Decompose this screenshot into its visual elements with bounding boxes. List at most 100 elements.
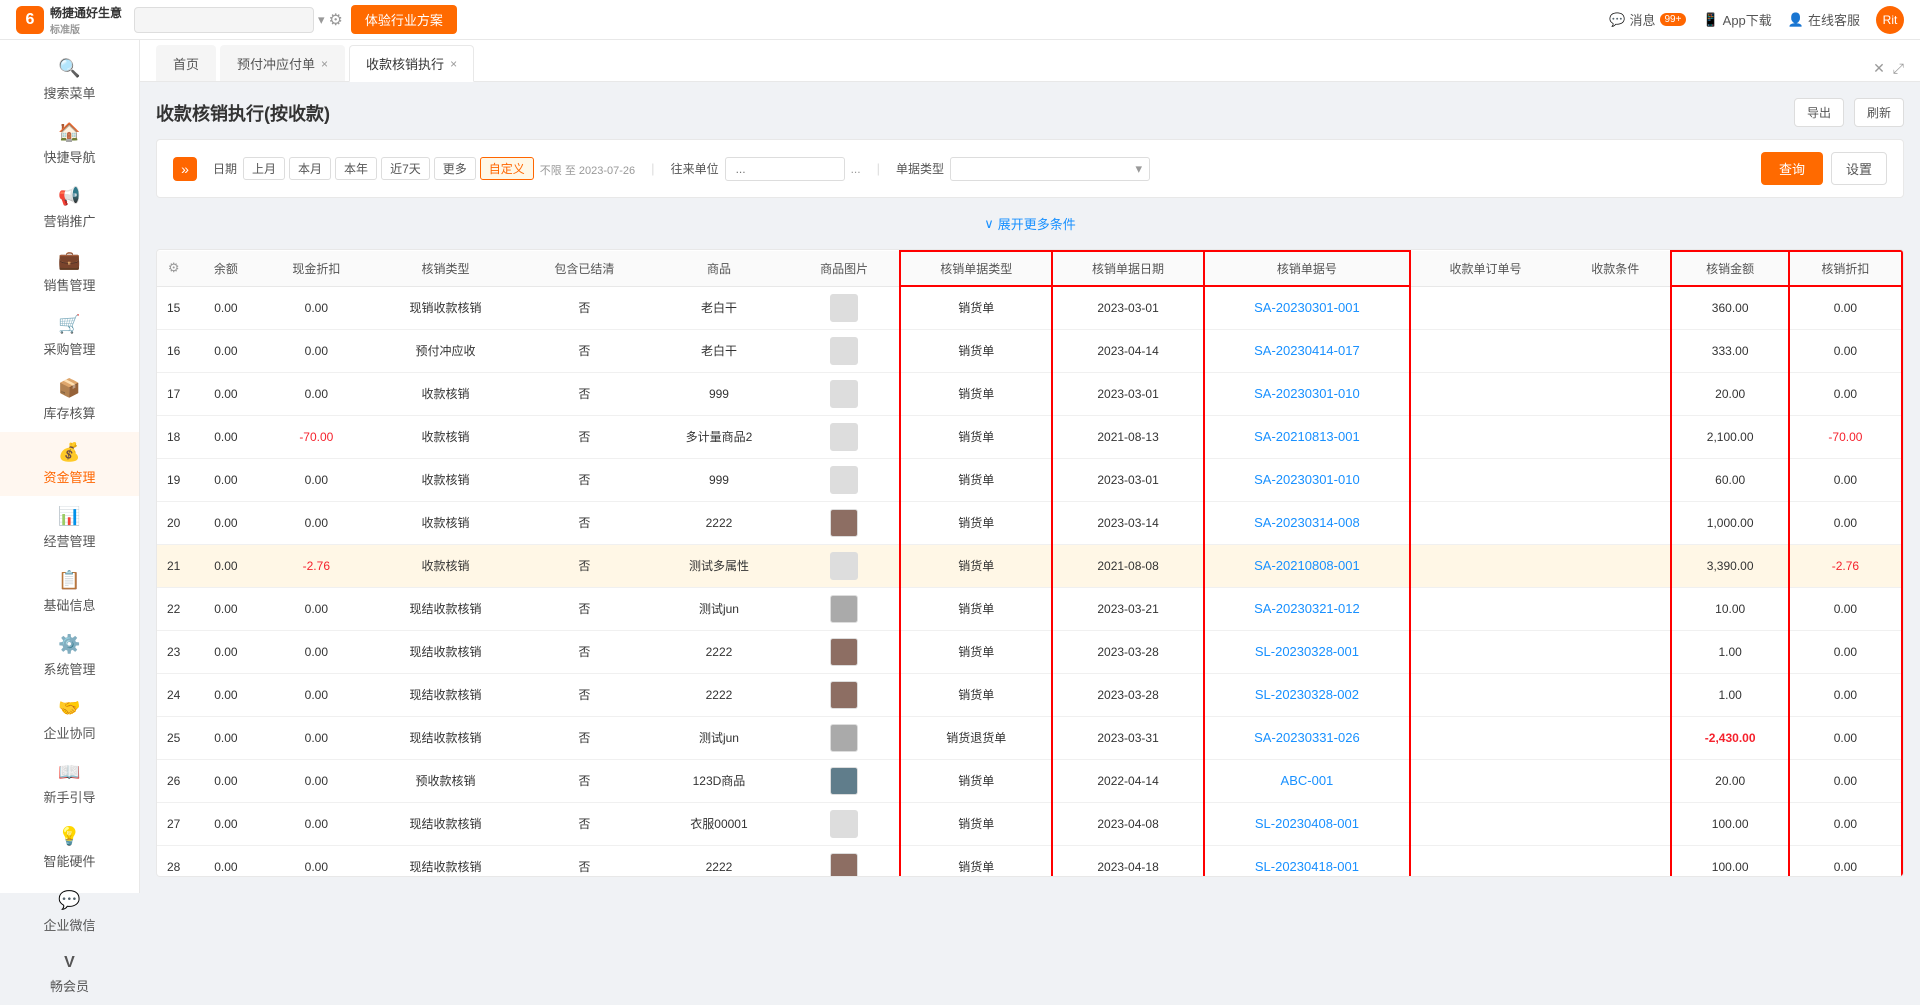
bill-no-link[interactable]: SA-20230314-008 bbox=[1254, 515, 1360, 530]
date-this-year[interactable]: 本年 bbox=[335, 157, 377, 180]
td-product: 123D商品 bbox=[649, 759, 789, 802]
sidebar-item-purchase[interactable]: 🛒 采购管理 bbox=[0, 304, 139, 368]
sidebar-label-wechat: 企业微信 bbox=[43, 915, 95, 934]
bill-no-link[interactable]: SL-20230418-001 bbox=[1255, 859, 1359, 874]
td-bill-no[interactable]: SA-20230314-008 bbox=[1204, 501, 1410, 544]
sidebar-item-finance[interactable]: 💰 资金管理 bbox=[0, 432, 139, 496]
tab-prepay-close[interactable]: × bbox=[321, 57, 328, 71]
td-product-img bbox=[789, 329, 900, 372]
bill-no-link[interactable]: SA-20230301-010 bbox=[1254, 386, 1360, 401]
tab-verify-close[interactable]: × bbox=[450, 57, 457, 71]
date-last-month[interactable]: 上月 bbox=[243, 157, 285, 180]
filter-expand-btn[interactable]: » bbox=[173, 157, 197, 181]
td-bill-no[interactable]: SA-20230331-026 bbox=[1204, 716, 1410, 759]
tab-expand[interactable]: ⤢ bbox=[1893, 60, 1904, 77]
bill-no-link[interactable]: SL-20230408-001 bbox=[1255, 816, 1359, 831]
table-settings-icon[interactable]: ⚙ bbox=[168, 260, 180, 275]
td-cash-discount: 0.00 bbox=[261, 458, 371, 501]
td-bill-no[interactable]: SL-20230408-001 bbox=[1204, 802, 1410, 845]
settings-icon[interactable]: ⚙ bbox=[329, 10, 343, 30]
td-product: 测试多属性 bbox=[649, 544, 789, 587]
td-bill-no[interactable]: SA-20210813-001 bbox=[1204, 415, 1410, 458]
th-bill-no: 核销单据号 bbox=[1204, 251, 1410, 286]
sidebar-item-hardware[interactable]: 💡 智能硬件 bbox=[0, 816, 139, 880]
sidebar-item-collab[interactable]: 🤝 企业协同 bbox=[0, 688, 139, 752]
td-receipt-condition bbox=[1560, 372, 1671, 415]
sidebar-item-home[interactable]: 🏠 快捷导航 bbox=[0, 112, 139, 176]
td-bill-no[interactable]: SA-20230301-010 bbox=[1204, 458, 1410, 501]
tab-verify[interactable]: 收款核销执行 × bbox=[349, 45, 474, 82]
bill-no-link[interactable]: ABC-001 bbox=[1281, 773, 1334, 788]
td-bill-no[interactable]: SA-20230414-017 bbox=[1204, 329, 1410, 372]
sidebar-item-sales[interactable]: 💼 销售管理 bbox=[0, 240, 139, 304]
td-id: 16 bbox=[157, 329, 190, 372]
td-bill-no[interactable]: SL-20230328-001 bbox=[1204, 630, 1410, 673]
message-area[interactable]: 💬 消息 99+ bbox=[1609, 10, 1686, 29]
td-bill-no[interactable]: SA-20210808-001 bbox=[1204, 544, 1410, 587]
td-bill-no[interactable]: SA-20230301-001 bbox=[1204, 286, 1410, 329]
date-more[interactable]: 更多 bbox=[434, 157, 476, 180]
sidebar-item-marketing[interactable]: 📢 营销推广 bbox=[0, 176, 139, 240]
sidebar-item-guide[interactable]: 📖 新手引导 bbox=[0, 752, 139, 816]
tab-prepay[interactable]: 预付冲应付单 × bbox=[220, 45, 345, 81]
industry-solution-btn[interactable]: 体验行业方案 bbox=[351, 5, 457, 34]
bill-no-link[interactable]: SL-20230328-001 bbox=[1255, 644, 1359, 659]
table-row: 28 0.00 0.00 现结收款核销 否 2222 销货单 2023-04-1… bbox=[157, 845, 1902, 877]
tab-home[interactable]: 首页 bbox=[156, 45, 216, 81]
td-balance: 0.00 bbox=[190, 716, 261, 759]
bill-no-link[interactable]: SA-20230331-026 bbox=[1254, 730, 1360, 745]
td-verify-type: 收款核销 bbox=[371, 415, 520, 458]
refresh-btn[interactable]: 刷新 bbox=[1854, 98, 1904, 127]
td-verify-amount: 10.00 bbox=[1671, 587, 1788, 630]
bill-no-link[interactable]: SA-20230321-012 bbox=[1254, 601, 1360, 616]
export-btn[interactable]: 导出 bbox=[1794, 98, 1844, 127]
th-product-img: 商品图片 bbox=[789, 251, 900, 286]
bill-no-link[interactable]: SA-20230301-001 bbox=[1254, 300, 1360, 315]
expand-more-row[interactable]: ∨ 展开更多条件 bbox=[156, 210, 1904, 237]
td-bill-no[interactable]: SL-20230328-002 bbox=[1204, 673, 1410, 716]
td-bill-no[interactable]: SA-20230321-012 bbox=[1204, 587, 1410, 630]
table-row: 21 0.00 -2.76 收款核销 否 测试多属性 销货单 2021-08-0… bbox=[157, 544, 1902, 587]
td-receipt-condition bbox=[1560, 630, 1671, 673]
table-row: 25 0.00 0.00 现结收款核销 否 测试jun 销货退货单 2023-0… bbox=[157, 716, 1902, 759]
date-this-month[interactable]: 本月 bbox=[289, 157, 331, 180]
search-bar[interactable] bbox=[134, 7, 314, 33]
table-row: 19 0.00 0.00 收款核销 否 999 销货单 2023-03-01 S… bbox=[157, 458, 1902, 501]
sidebar-item-basic[interactable]: 📋 基础信息 bbox=[0, 560, 139, 624]
sidebar-item-search[interactable]: 🔍 搜索菜单 bbox=[0, 48, 139, 112]
sidebar-item-inventory[interactable]: 📦 库存核算 bbox=[0, 368, 139, 432]
td-verify-type: 现结收款核销 bbox=[371, 630, 520, 673]
order-type-select[interactable] bbox=[950, 157, 1150, 181]
tab-close-all[interactable]: ✕ bbox=[1873, 60, 1885, 77]
td-verify-discount: -2.76 bbox=[1789, 544, 1902, 587]
app-download[interactable]: 📱 App下载 bbox=[1702, 10, 1771, 29]
bill-no-link[interactable]: SA-20210813-001 bbox=[1254, 429, 1360, 444]
td-bill-no[interactable]: ABC-001 bbox=[1204, 759, 1410, 802]
sidebar-item-system[interactable]: ⚙️ 系统管理 bbox=[0, 624, 139, 688]
bill-no-link[interactable]: SA-20210808-001 bbox=[1254, 558, 1360, 573]
bill-no-link[interactable]: SA-20230301-010 bbox=[1254, 472, 1360, 487]
online-service[interactable]: 👤 在线客服 bbox=[1788, 10, 1860, 29]
setting-btn[interactable]: 设置 bbox=[1831, 152, 1887, 185]
user-avatar[interactable]: Rit bbox=[1876, 6, 1904, 34]
th-bill-type: 核销单据类型 bbox=[900, 251, 1052, 286]
bill-no-link[interactable]: SL-20230328-002 bbox=[1255, 687, 1359, 702]
td-bill-date: 2023-04-08 bbox=[1052, 802, 1204, 845]
td-bill-type: 销货单 bbox=[900, 458, 1052, 501]
query-btn[interactable]: 查询 bbox=[1761, 152, 1823, 185]
date-custom[interactable]: 自定义 bbox=[480, 157, 534, 180]
sidebar-item-operations[interactable]: 📊 经营管理 bbox=[0, 496, 139, 560]
dropdown-icon[interactable]: ▾ bbox=[318, 12, 325, 28]
td-verify-type: 收款核销 bbox=[371, 501, 520, 544]
td-product: 2222 bbox=[649, 845, 789, 877]
td-bill-no[interactable]: SA-20230301-010 bbox=[1204, 372, 1410, 415]
bill-no-link[interactable]: SA-20230414-017 bbox=[1254, 343, 1360, 358]
sidebar-item-member[interactable]: V 畅会员 bbox=[0, 944, 139, 1005]
unit-input[interactable] bbox=[725, 157, 845, 181]
td-bill-no[interactable]: SL-20230418-001 bbox=[1204, 845, 1410, 877]
sidebar-item-wechat[interactable]: 💬 企业微信 bbox=[0, 880, 139, 944]
table-body: 15 0.00 0.00 现销收款核销 否 老白干 销货单 2023-03-01… bbox=[157, 286, 1902, 877]
date-last-7days[interactable]: 近7天 bbox=[381, 157, 430, 180]
td-id: 21 bbox=[157, 544, 190, 587]
divider1: | bbox=[651, 161, 654, 176]
